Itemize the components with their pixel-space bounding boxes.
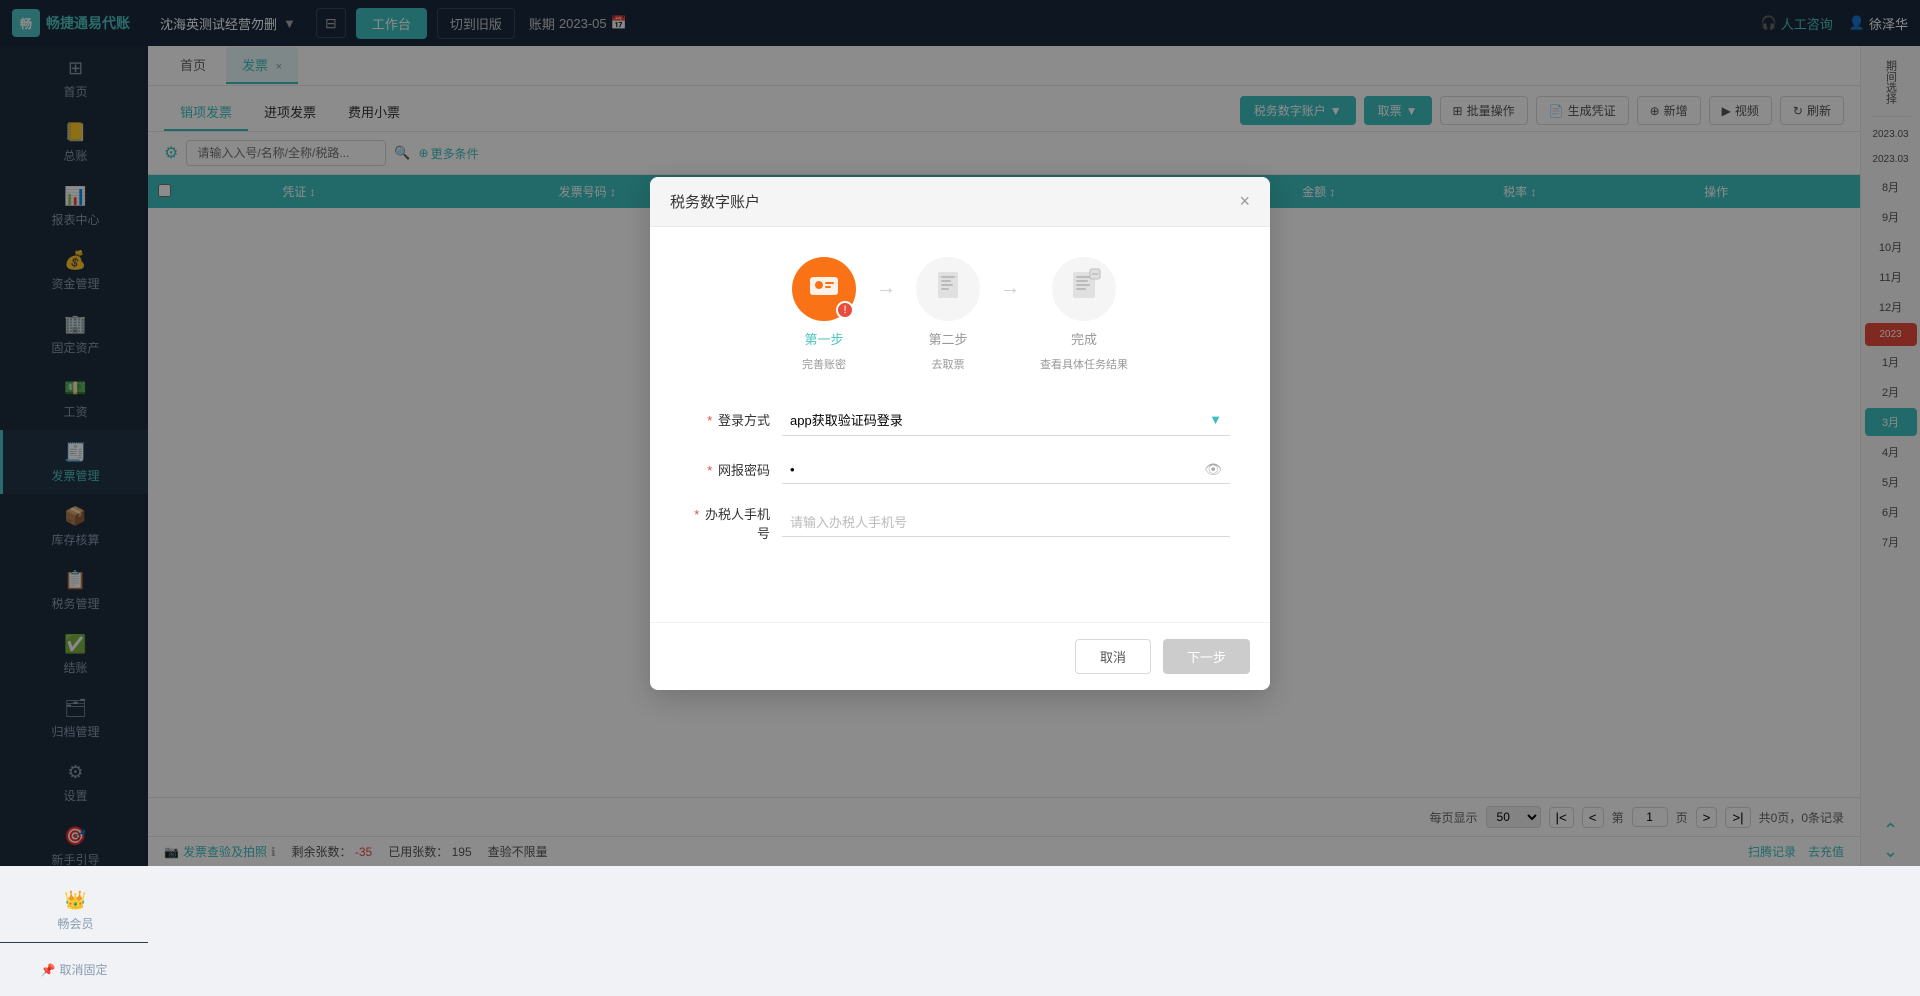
- step-2-desc: 去取票: [932, 356, 965, 372]
- step-3-desc: 查看具体任务结果: [1040, 356, 1128, 372]
- modal-close-btn[interactable]: ×: [1239, 192, 1250, 210]
- sidebar-item-vip[interactable]: 👑 畅会员: [0, 878, 148, 942]
- step-1: ! 第一步 完善账密: [792, 257, 856, 372]
- step-1-label: 第一步: [804, 329, 843, 348]
- step-2-icon: [930, 267, 966, 310]
- network-pwd-input[interactable]: [782, 456, 1196, 483]
- step-2: 第二步 去取票: [916, 257, 980, 372]
- vip-icon: 👑: [64, 890, 86, 911]
- step-1-desc: 完善账密: [802, 356, 846, 372]
- login-method-dropdown-icon: ▼: [1209, 412, 1222, 427]
- modal-footer: 取消 下一步: [650, 622, 1270, 690]
- taxpayer-phone-row: * 办税人手机号: [690, 504, 1230, 542]
- step-2-label: 第二步: [928, 329, 967, 348]
- step-3-icon: [1066, 267, 1102, 310]
- taxpayer-phone-input[interactable]: [782, 509, 1230, 537]
- pin-icon: 📌: [41, 963, 56, 977]
- modal-spacer: [690, 562, 1230, 602]
- show-password-icon[interactable]: 👁: [1196, 461, 1230, 478]
- steps-row: ! 第一步 完善账密 →: [690, 257, 1230, 372]
- modal-title: 税务数字账户: [670, 191, 760, 212]
- cancel-button[interactable]: 取消: [1075, 639, 1151, 674]
- modal-overlay: 税务数字账户 ×: [0, 0, 1920, 866]
- taxpayer-phone-label: * 办税人手机号: [690, 504, 770, 542]
- next-button[interactable]: 下一步: [1163, 639, 1250, 674]
- step-2-icon-wrap: [916, 257, 980, 321]
- network-pwd-row: * 网报密码 👁: [690, 456, 1230, 484]
- login-method-value: app获取验证码登录: [790, 410, 903, 429]
- login-method-row: * 登录方式 app获取验证码登录 ▼: [690, 404, 1230, 436]
- step-3-label: 完成: [1071, 329, 1097, 348]
- login-method-label: * 登录方式: [690, 410, 770, 429]
- step-arrow-2: →: [1000, 277, 1020, 300]
- step-3-icon-wrap: [1052, 257, 1116, 321]
- modal-body: ! 第一步 完善账密 →: [650, 227, 1270, 622]
- sidebar-item-label: 畅会员: [57, 915, 93, 932]
- tax-account-modal: 税务数字账户 ×: [650, 177, 1270, 690]
- login-method-select[interactable]: app获取验证码登录 ▼: [782, 404, 1230, 436]
- step-3: 完成 查看具体任务结果: [1040, 257, 1128, 372]
- step-arrow-1: →: [876, 277, 896, 300]
- cancel-fixed-btn[interactable]: 📌 取消固定: [0, 953, 148, 986]
- modal-header: 税务数字账户 ×: [650, 177, 1270, 227]
- step-1-icon-wrap: !: [792, 257, 856, 321]
- sidebar-bottom: 📌 取消固定: [0, 942, 148, 996]
- network-pwd-label: * 网报密码: [690, 460, 770, 479]
- step-1-badge: !: [836, 301, 854, 319]
